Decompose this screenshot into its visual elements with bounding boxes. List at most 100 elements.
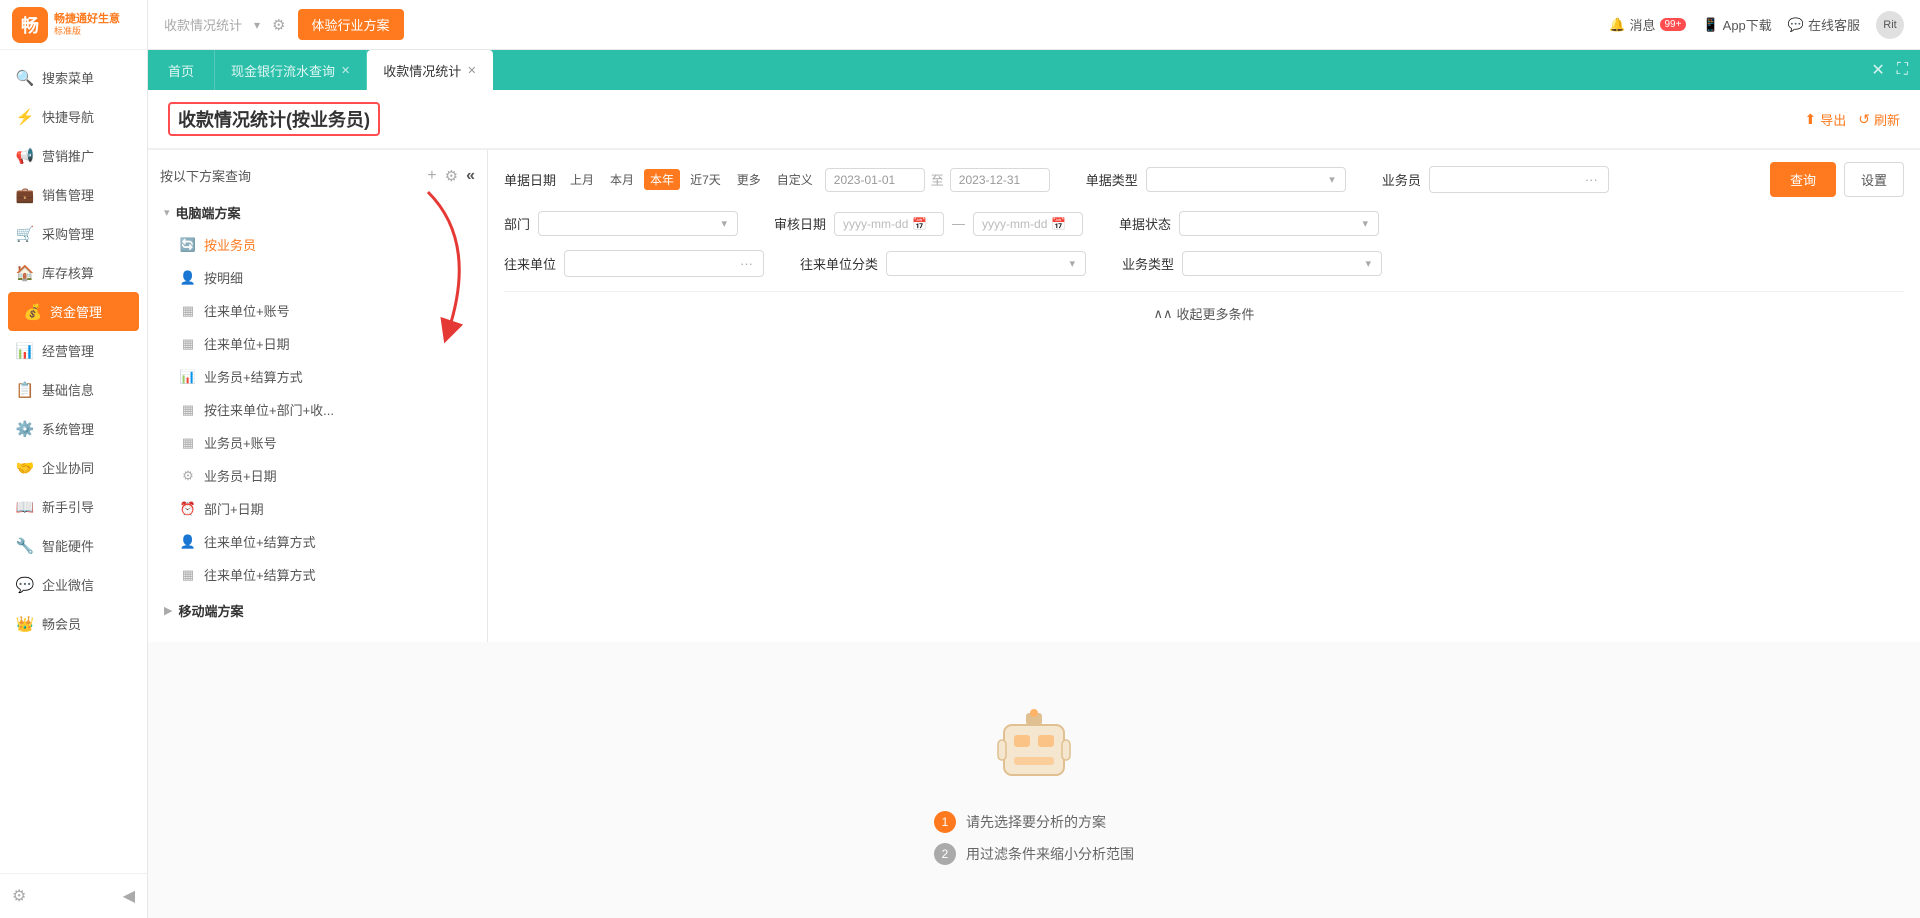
scheme-item-icon-partner_settle1: 👤 — [180, 534, 196, 550]
settings-icon[interactable]: ⚙ — [272, 16, 285, 34]
scheme-item-salesperson_date[interactable]: ⚙ 业务员+日期 — [148, 459, 487, 492]
nav-icon-inventory: 🏠 — [16, 264, 34, 282]
date-btn-more[interactable]: 更多 — [731, 169, 767, 190]
export-btn[interactable]: ⬆ 导出 — [1805, 110, 1847, 129]
date-start-input[interactable]: 2023-01-01 — [825, 168, 925, 192]
scheme-item-partner_account[interactable]: ▦ 往来单位+账号 — [148, 294, 487, 327]
page-actions: ⬆ 导出 ↺ 刷新 — [1805, 110, 1901, 129]
doc-type-select[interactable]: ▾ — [1146, 167, 1346, 192]
partner-select[interactable]: ··· — [564, 250, 764, 277]
topbar: 收款情况统计 ▾ ⚙ 体验行业方案 🔔 消息 99+ 📱 App下载 💬 在线客… — [148, 0, 1920, 50]
tab-bank[interactable]: 现金银行流水查询 ✕ — [215, 50, 367, 90]
biz-type-select[interactable]: ▾ — [1182, 251, 1382, 276]
scheme-item-by_detail[interactable]: 👤 按明细 — [148, 261, 487, 294]
refresh-btn[interactable]: ↺ 刷新 — [1858, 110, 1900, 129]
settings-btn[interactable]: 设置 — [1844, 162, 1904, 197]
audit-date-end[interactable]: yyyy-mm-dd 📅 — [973, 212, 1083, 236]
nav-icon-basic: 📋 — [16, 381, 34, 399]
date-btn-custom[interactable]: 自定义 — [771, 169, 819, 190]
scheme-item-partner_date[interactable]: ▦ 往来单位+日期 — [148, 327, 487, 360]
try-industry-btn[interactable]: 体验行业方案 — [298, 9, 404, 40]
scheme-panel-icons: + ⚙ « — [427, 167, 475, 185]
settings-footer-icon[interactable]: ⚙ — [12, 886, 26, 906]
sidebar-item-basic[interactable]: 📋 基础信息 — [0, 370, 147, 409]
home-tab-label: 首页 — [168, 61, 194, 80]
dept-select[interactable]: ▾ — [538, 211, 738, 236]
partner-category-select[interactable]: ▾ — [886, 251, 1086, 276]
scheme-group-mobile-header[interactable]: ▶ 移动端方案 — [148, 595, 487, 626]
tab-home[interactable]: 首页 — [148, 50, 215, 90]
nav-icon-capital: 💰 — [24, 303, 42, 321]
tab-receipt[interactable]: 收款情况统计 ✕ — [367, 50, 493, 90]
date-end-input[interactable]: 2023-12-31 — [950, 168, 1050, 192]
scheme-item-salesperson_settle[interactable]: 📊 业务员+结算方式 — [148, 360, 487, 393]
dept-field: 部门 ▾ — [504, 211, 738, 236]
mobile-group-label: 移动端方案 — [178, 601, 243, 620]
date-btn-last_month[interactable]: 上月 — [564, 169, 600, 190]
add-scheme-icon[interactable]: + — [427, 167, 436, 185]
sidebar-item-marketing[interactable]: 📢 营销推广 — [0, 136, 147, 175]
sidebar-item-operation[interactable]: 📊 经营管理 — [0, 331, 147, 370]
app-download-btn[interactable]: 📱 App下载 — [1702, 15, 1771, 34]
scheme-item-partner_settle1[interactable]: 👤 往来单位+结算方式 — [148, 525, 487, 558]
close-all-icon[interactable]: ✕ — [1871, 60, 1884, 80]
customer-service-btn[interactable]: 💬 在线客服 — [1788, 15, 1860, 34]
query-btn[interactable]: 查询 — [1770, 162, 1836, 197]
scheme-item-partner_dept_collect[interactable]: ▦ 按往来单位+部门+收... — [148, 393, 487, 426]
sidebar-item-inventory[interactable]: 🏠 库存核算 — [0, 253, 147, 292]
doc-status-select[interactable]: ▾ — [1179, 211, 1379, 236]
nav-label-basic: 基础信息 — [42, 380, 94, 399]
topbar-dropdown-icon[interactable]: ▾ — [254, 18, 260, 32]
audit-date-start[interactable]: yyyy-mm-dd 📅 — [834, 212, 944, 236]
sidebar-item-shortcut[interactable]: ⚡ 快捷导航 — [0, 97, 147, 136]
expand-icon[interactable]: ⛶ — [1897, 61, 1908, 79]
sidebar-item-system[interactable]: ⚙️ 系统管理 — [0, 409, 147, 448]
sidebar-item-guide[interactable]: 📖 新手引导 — [0, 487, 147, 526]
scheme-item-partner_settle2[interactable]: ▦ 往来单位+结算方式 — [148, 558, 487, 591]
bank-tab-label: 现金银行流水查询 — [231, 61, 335, 80]
scheme-group-mobile: ▶ 移动端方案 — [148, 595, 487, 626]
scheme-item-label-dept_date: 部门+日期 — [204, 499, 264, 518]
page-header: 收款情况统计(按业务员) ⬆ 导出 ↺ 刷新 — [148, 90, 1920, 149]
tip-num-1: 1 — [934, 811, 956, 833]
filter-row-1: 单据日期 上月本月本年近7天更多自定义 2023-01-01 至 2023-12… — [504, 162, 1904, 197]
salesperson-select[interactable]: ··· — [1429, 166, 1609, 193]
biz-type-arrow: ▾ — [1366, 257, 1372, 270]
scheme-item-icon-by_salesperson: 🔄 — [180, 237, 196, 253]
sidebar-item-purchase[interactable]: 🛒 采购管理 — [0, 214, 147, 253]
collapse-sidebar-icon[interactable]: ◀ — [123, 886, 135, 906]
nav-icon-guide: 📖 — [16, 498, 34, 516]
scheme-item-icon-salesperson_date: ⚙ — [180, 468, 196, 484]
date-btn-this_year[interactable]: 本年 — [644, 169, 680, 190]
scheme-settings-icon[interactable]: ⚙ — [445, 167, 458, 185]
tabbar: 首页 现金银行流水查询 ✕ 收款情况统计 ✕ ✕ ⛶ — [148, 50, 1920, 90]
scheme-item-dept_date[interactable]: ⏰ 部门+日期 — [148, 492, 487, 525]
empty-robot-icon — [984, 695, 1084, 795]
doc-status-arrow: ▾ — [1363, 217, 1369, 230]
scheme-group-desktop-header[interactable]: ▾电脑端方案 — [148, 197, 487, 228]
sidebar-item-enterprise[interactable]: 🤝 企业协同 — [0, 448, 147, 487]
sidebar-item-sales[interactable]: 💼 销售管理 — [0, 175, 147, 214]
scheme-item-salesperson_account[interactable]: ▦ 业务员+账号 — [148, 426, 487, 459]
nav-icon-sales: 💼 — [16, 186, 34, 204]
sidebar-item-search[interactable]: 🔍 搜索菜单 — [0, 58, 147, 97]
nav-icon-shortcut: ⚡ — [16, 108, 34, 126]
sidebar-item-hardware[interactable]: 🔧 智能硬件 — [0, 526, 147, 565]
date-btn-this_month[interactable]: 本月 — [604, 169, 640, 190]
scheme-item-label-partner_settle2: 往来单位+结算方式 — [204, 565, 316, 584]
user-avatar[interactable]: Rit — [1876, 11, 1904, 39]
sidebar-item-capital[interactable]: 💰 资金管理 — [8, 292, 139, 331]
notification-btn[interactable]: 🔔 消息 99+ — [1609, 15, 1686, 34]
collapse-btn[interactable]: ∧∧ 收起更多条件 — [1153, 304, 1254, 323]
logo-area: 畅 畅捷通好生意 标准版 — [0, 0, 147, 50]
sidebar-item-wechat[interactable]: 💬 企业微信 — [0, 565, 147, 604]
receipt-tab-close[interactable]: ✕ — [467, 64, 476, 77]
bank-tab-close[interactable]: ✕ — [341, 64, 350, 77]
scheme-item-icon-by_detail: 👤 — [180, 270, 196, 286]
scheme-item-label-partner_account: 往来单位+账号 — [204, 301, 290, 320]
scheme-item-by_salesperson[interactable]: 🔄 按业务员 — [148, 228, 487, 261]
nav-label-sales: 销售管理 — [42, 185, 94, 204]
date-btn-last7[interactable]: 近7天 — [684, 169, 727, 190]
scheme-collapse-icon[interactable]: « — [466, 167, 475, 185]
sidebar-item-member[interactable]: 👑 畅会员 — [0, 604, 147, 643]
